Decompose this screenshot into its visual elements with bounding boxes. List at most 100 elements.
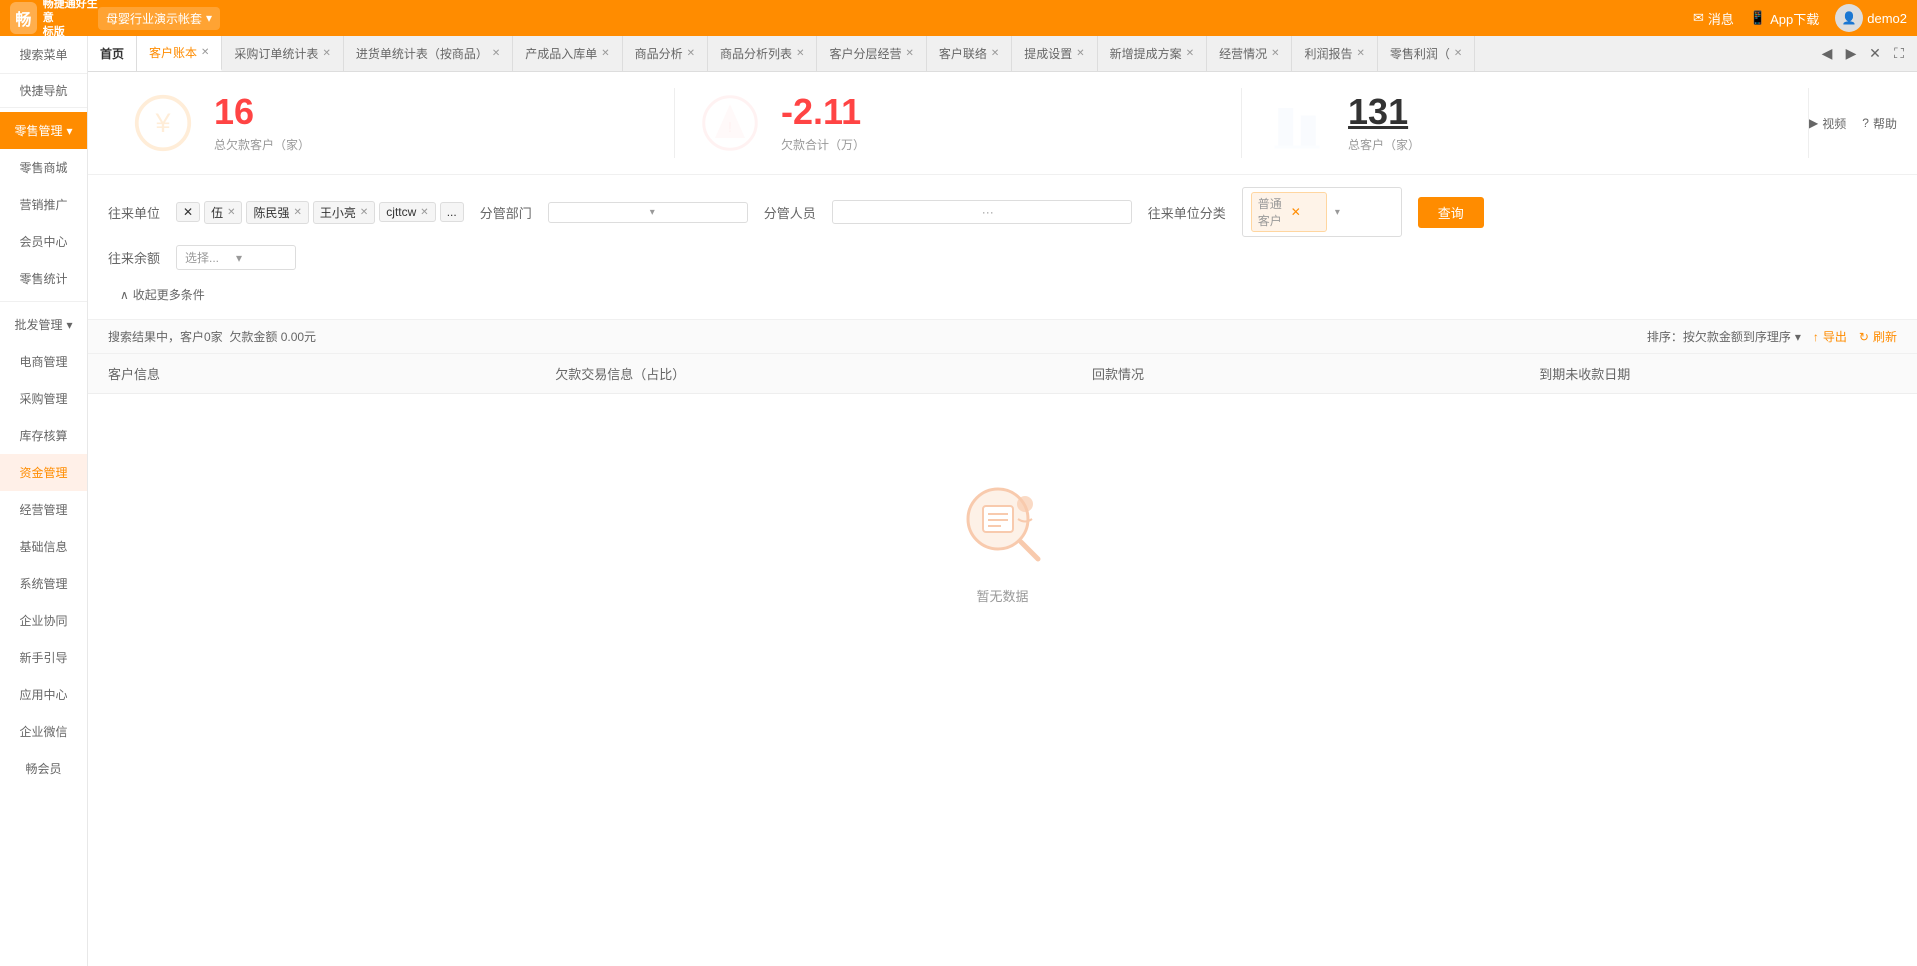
- top-bar-right: ✉ 消息 📱 App下载 👤 demo2: [1693, 4, 1907, 32]
- refresh-button[interactable]: ↻ 刷新: [1859, 328, 1897, 345]
- tab-product-analysis-list[interactable]: 商品分析列表 ✕: [708, 36, 817, 71]
- sidebar-item-inventory[interactable]: 库存核算: [0, 417, 87, 454]
- tab-customer-segment[interactable]: 客户分层经营 ✕: [817, 36, 926, 71]
- result-debt-amount: 欠款金额 0.00元: [229, 328, 316, 345]
- page-content: ¥ 16 总欠款客户（家）: [88, 72, 1917, 966]
- unit-type-label: 往来单位分类: [1148, 203, 1226, 222]
- customer-type-close[interactable]: ✕: [1291, 205, 1320, 219]
- sidebar-item-vip-member[interactable]: 畅会员: [0, 750, 87, 787]
- balance-select[interactable]: 选择... ▾: [176, 245, 296, 270]
- stat-number-customers: 16: [214, 94, 310, 130]
- sidebar-item-operations[interactable]: 经营管理: [0, 491, 87, 528]
- svg-text:¥: ¥: [154, 108, 171, 138]
- tab-close-profit[interactable]: ✕: [1357, 48, 1365, 59]
- help-action[interactable]: ? 帮助: [1862, 115, 1897, 132]
- balance-arrow: ▾: [236, 251, 287, 265]
- empty-state: 暂无数据: [88, 394, 1917, 685]
- tab-bar: 首页 客户账本 ✕ 采购订单统计表 ✕ 进货单统计表（按商品） ✕ 产成品入库单…: [88, 36, 1917, 72]
- filter-tag-unit-x: ✕: [176, 202, 200, 222]
- tab-new-promotion[interactable]: 新增提成方案 ✕: [1098, 36, 1207, 71]
- sidebar-item-enterprise-wechat[interactable]: 企业微信: [0, 713, 87, 750]
- sidebar-item-member[interactable]: 会员中心: [0, 223, 87, 260]
- tab-close-product-inbound[interactable]: ✕: [601, 48, 609, 59]
- sort-selector[interactable]: 排序：按欠款金额到序理序 ▾: [1647, 328, 1801, 345]
- tab-fullscreen-btn[interactable]: ⛶: [1889, 44, 1909, 64]
- sidebar-item-retail[interactable]: 零售管理 ▾: [0, 112, 87, 149]
- sidebar-divider-2: [0, 301, 87, 302]
- filter-tag-wu-close[interactable]: ✕: [227, 207, 235, 218]
- sidebar-item-app-center[interactable]: 应用中心: [0, 676, 87, 713]
- tab-prev-btn[interactable]: ◀: [1817, 44, 1837, 64]
- tab-close-product-analysis-list[interactable]: ✕: [796, 48, 804, 59]
- money-icon: ¥: [128, 88, 198, 158]
- query-button[interactable]: 查询: [1418, 197, 1484, 228]
- tab-customer-account[interactable]: 客户账本 ✕: [137, 36, 222, 71]
- sidebar-item-wholesale[interactable]: 批发管理 ▾: [0, 306, 87, 343]
- collapse-icon: ∧: [120, 288, 129, 302]
- sidebar-item-basic[interactable]: 基础信息: [0, 528, 87, 565]
- sidebar-item-enterprise[interactable]: 企业协同: [0, 602, 87, 639]
- sidebar-item-purchase[interactable]: 采购管理: [0, 380, 87, 417]
- filter-tag-wu: 伍 ✕: [204, 201, 242, 224]
- filter-tag-x-icon: ✕: [183, 205, 193, 219]
- logo-text: 畅捷通好生意 标版: [43, 0, 98, 39]
- app-download-link[interactable]: 📱 App下载: [1750, 9, 1819, 28]
- tab-close-inbound[interactable]: ✕: [492, 48, 500, 59]
- tab-product-inbound[interactable]: 产成品入库单 ✕: [513, 36, 622, 71]
- filter-tag-wang-close[interactable]: ✕: [360, 207, 368, 218]
- result-summary: 搜索结果中，客户0家: [108, 328, 223, 345]
- person-input[interactable]: ···: [832, 200, 1132, 224]
- export-button[interactable]: ↑ 导出: [1813, 328, 1847, 345]
- sidebar-item-ecommerce[interactable]: 电商管理: [0, 343, 87, 380]
- tab-profit-report[interactable]: 利润报告 ✕: [1292, 36, 1377, 71]
- sidebar-search[interactable]: 搜索菜单: [0, 36, 87, 74]
- tab-close-business[interactable]: ✕: [1271, 48, 1279, 59]
- stat-total-debt-customers: ¥ 16 总欠款客户（家）: [108, 88, 675, 158]
- department-select[interactable]: ▾: [548, 202, 748, 223]
- filter-row-2: 往来余额 选择... ▾: [108, 245, 1897, 270]
- tab-close-all-btn[interactable]: ✕: [1865, 44, 1885, 64]
- filter-tag-chen-close[interactable]: ✕: [294, 207, 302, 218]
- sidebar-item-system[interactable]: 系统管理: [0, 565, 87, 602]
- sidebar-item-marketing[interactable]: 营销推广: [0, 186, 87, 223]
- data-table: 客户信息 欠款交易信息（占比） 回款情况 到期未收款日期: [88, 354, 1917, 685]
- tab-inbound-stats[interactable]: 进货单统计表（按商品） ✕: [344, 36, 513, 71]
- tab-close-customer-account[interactable]: ✕: [201, 47, 209, 58]
- quick-nav-label[interactable]: 快捷导航: [0, 74, 87, 103]
- tab-next-btn[interactable]: ▶: [1841, 44, 1861, 64]
- sidebar-item-retail-mall[interactable]: 零售商城: [0, 149, 87, 186]
- tab-close-product-analysis[interactable]: ✕: [687, 48, 695, 59]
- app-wrapper: 畅 畅捷通好生意 标版 母婴行业演示帐套 ▾ ✉ 消息 📱 App下载 👤 de…: [0, 0, 1917, 966]
- tab-retail-profit[interactable]: 零售利润（ ✕: [1378, 36, 1475, 71]
- tab-close-promotion[interactable]: ✕: [1076, 48, 1084, 59]
- filter-tag-more[interactable]: ...: [440, 202, 464, 222]
- empty-icon: [953, 474, 1053, 574]
- tab-close-purchase[interactable]: ✕: [322, 48, 330, 59]
- stat-label-customers: 总欠款客户（家）: [214, 136, 310, 153]
- video-icon: ▶: [1809, 116, 1818, 130]
- tab-close-customer-contact[interactable]: ✕: [991, 48, 999, 59]
- tab-business-status[interactable]: 经营情况 ✕: [1207, 36, 1292, 71]
- tab-purchase-order-stats[interactable]: 采购订单统计表 ✕: [222, 36, 343, 71]
- chevron-down-icon: ▾: [206, 11, 212, 25]
- tab-close-customer-segment[interactable]: ✕: [905, 48, 913, 59]
- collapse-button[interactable]: ∧ 收起更多条件: [108, 282, 1897, 307]
- message-link[interactable]: ✉ 消息: [1693, 9, 1734, 28]
- filter-tag-cjttcw-close[interactable]: ✕: [420, 207, 428, 218]
- industry-selector[interactable]: 母婴行业演示帐套 ▾: [98, 7, 220, 30]
- video-action[interactable]: ▶ 视频: [1809, 115, 1846, 132]
- tab-promotion-settings[interactable]: 提成设置 ✕: [1012, 36, 1097, 71]
- tab-home[interactable]: 首页: [88, 36, 137, 71]
- tab-close-retail-profit[interactable]: ✕: [1454, 48, 1462, 59]
- sidebar-item-retail-stats[interactable]: 零售统计: [0, 260, 87, 297]
- tab-product-analysis[interactable]: 商品分析 ✕: [623, 36, 708, 71]
- tab-close-new-promotion[interactable]: ✕: [1186, 48, 1194, 59]
- main-content-wrapper: 首页 客户账本 ✕ 采购订单统计表 ✕ 进货单统计表（按商品） ✕ 产成品入库单…: [88, 36, 1917, 966]
- sidebar-item-finance[interactable]: 资金管理: [0, 454, 87, 491]
- tab-customer-contact[interactable]: 客户联络 ✕: [927, 36, 1012, 71]
- unit-type-select[interactable]: 普通客户 ✕ ▾: [1242, 187, 1402, 237]
- user-area[interactable]: 👤 demo2: [1835, 4, 1907, 32]
- person-more-icon: ···: [982, 205, 1123, 219]
- sidebar-item-newbie[interactable]: 新手引导: [0, 639, 87, 676]
- logo-icon: 畅: [10, 2, 37, 34]
